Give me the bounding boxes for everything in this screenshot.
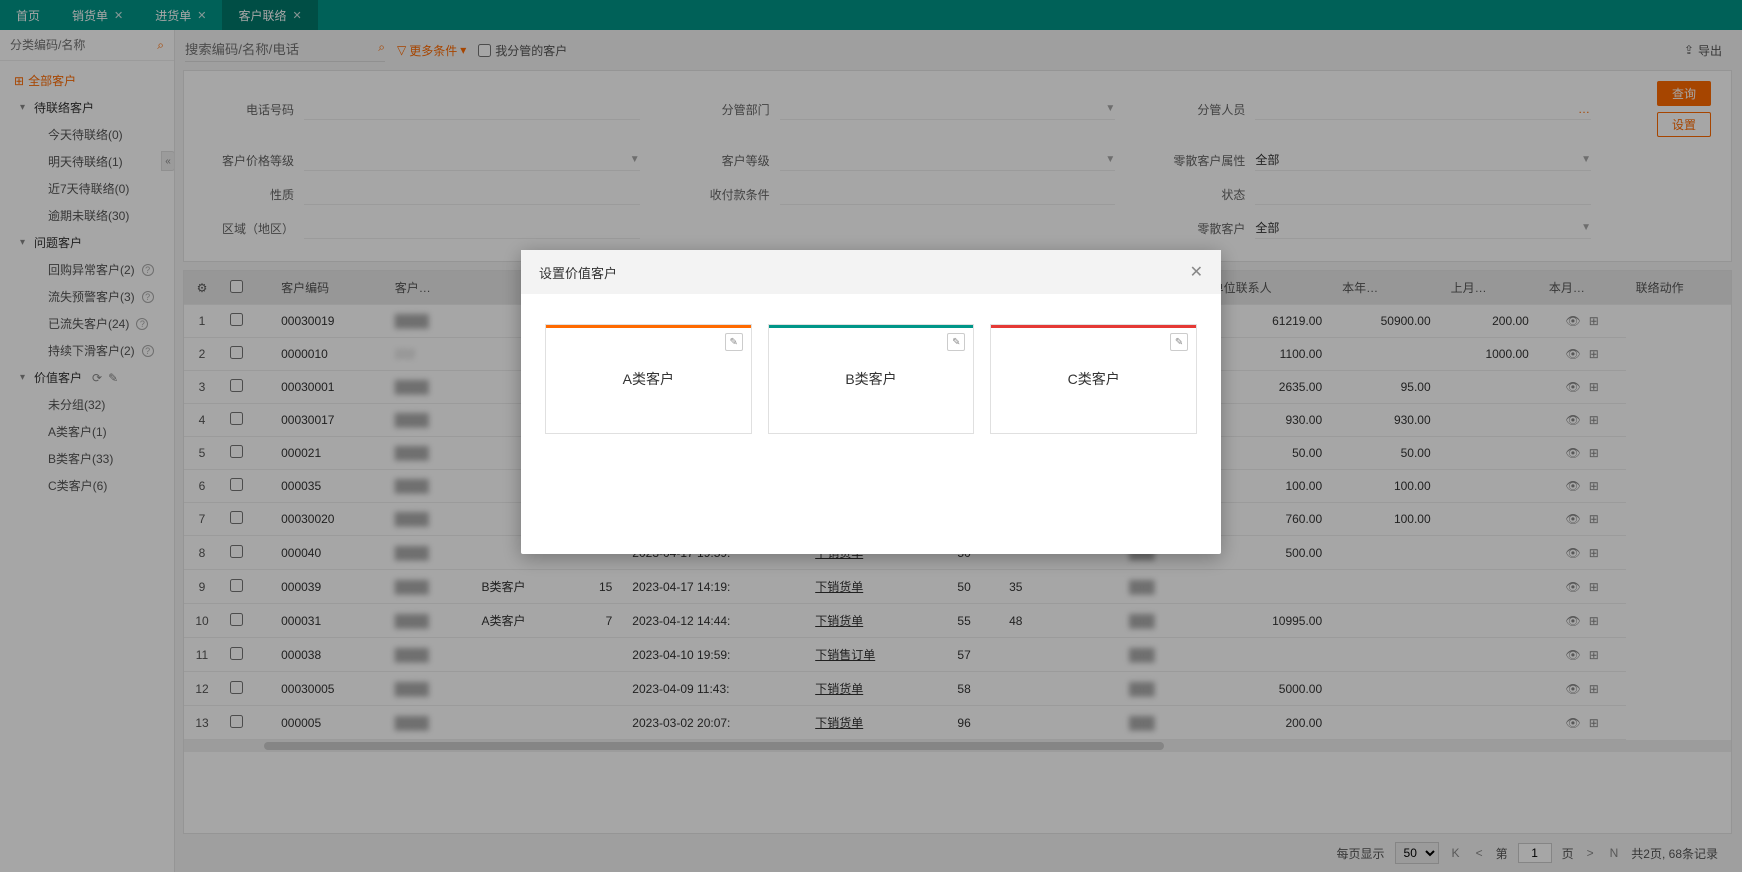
edit-icon[interactable]: ✎ (1170, 333, 1188, 351)
category-label: C类客户 (1068, 369, 1120, 389)
modal-overlay[interactable]: 设置价值客户 ✕ ✎ A类客户 ✎ B类客户 ✎ C类客户 (0, 0, 1742, 872)
value-customer-modal: 设置价值客户 ✕ ✎ A类客户 ✎ B类客户 ✎ C类客户 (521, 250, 1221, 554)
edit-icon[interactable]: ✎ (947, 333, 965, 351)
category-card-c[interactable]: ✎ C类客户 (990, 324, 1197, 434)
modal-title: 设置价值客户 (539, 263, 617, 282)
edit-icon[interactable]: ✎ (725, 333, 743, 351)
close-icon[interactable]: ✕ (1190, 262, 1203, 282)
category-label: B类客户 (845, 369, 896, 389)
category-label: A类客户 (623, 369, 674, 389)
category-card-b[interactable]: ✎ B类客户 (768, 324, 975, 434)
category-card-a[interactable]: ✎ A类客户 (545, 324, 752, 434)
